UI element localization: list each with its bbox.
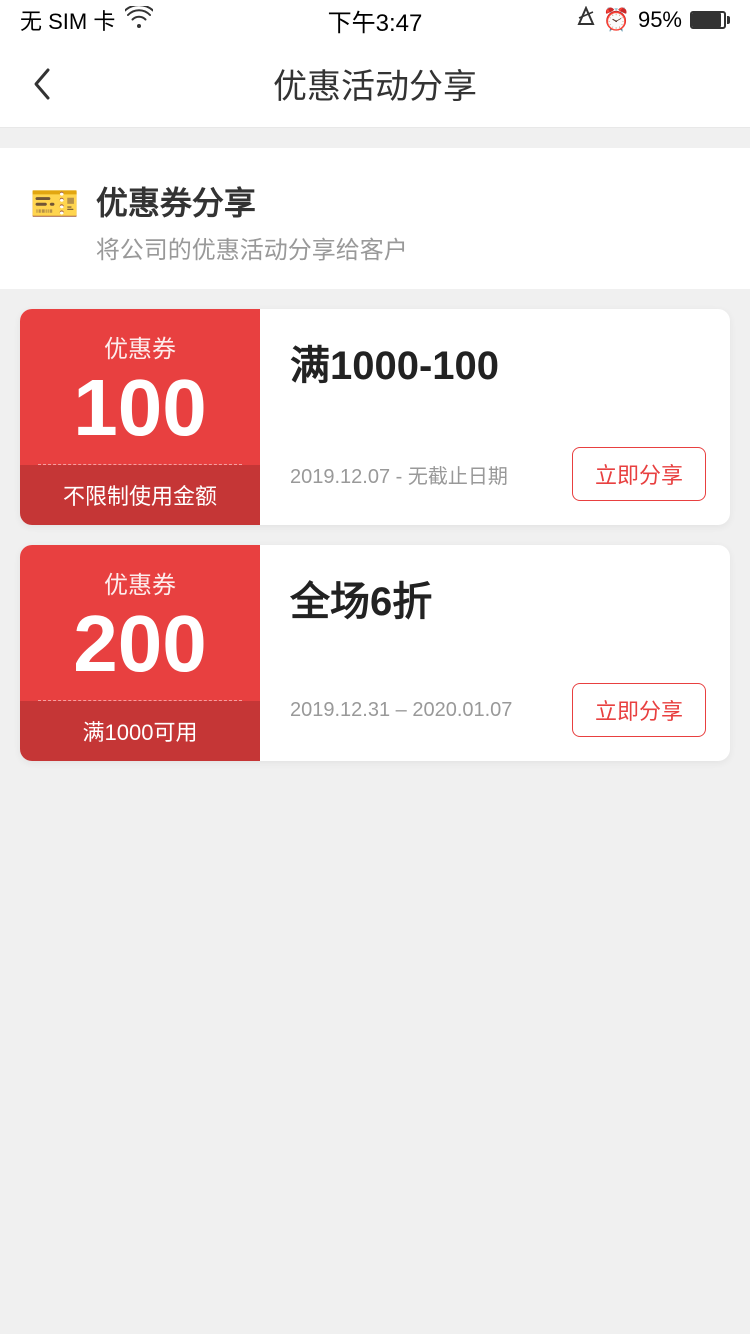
coupon-bottom-row-1: 2019.12.31 – 2020.01.07 立即分享: [290, 683, 706, 737]
back-button[interactable]: [30, 64, 54, 104]
wifi-icon: [125, 6, 153, 34]
coupon-right-1: 全场6折 2019.12.31 – 2020.01.07 立即分享: [260, 545, 730, 761]
status-left: 无 SIM 卡: [20, 4, 153, 36]
coupon-label-0: 优惠券: [104, 329, 176, 364]
status-right: ⏰ 95%: [577, 6, 730, 34]
carrier-text: 无 SIM 卡: [20, 4, 115, 36]
section-subtitle: 将公司的优惠活动分享给客户: [96, 230, 408, 265]
coupon-label-1: 优惠券: [104, 565, 176, 600]
nav-bar: 优惠活动分享: [0, 40, 750, 128]
section-icon: 🎫: [30, 180, 80, 227]
coupon-card-1: 优惠券 200 满1000可用 全场6折 2019.12.31 – 2020.0…: [20, 545, 730, 761]
coupon-name-1: 全场6折: [290, 569, 706, 627]
share-button-0[interactable]: 立即分享: [572, 447, 706, 501]
bottom-area: [0, 781, 750, 1181]
status-bar: 无 SIM 卡 下午3:47 ⏰ 95%: [0, 0, 750, 40]
status-time: 下午3:47: [328, 3, 423, 38]
coupon-card-0: 优惠券 100 不限制使用金额 满1000-100 2019.12.07 - 无…: [20, 309, 730, 525]
section-title: 优惠券分享: [96, 178, 408, 224]
coupon-bottom-row-0: 2019.12.07 - 无截止日期 立即分享: [290, 447, 706, 501]
coupon-date-0: 2019.12.07 - 无截止日期: [290, 460, 508, 489]
coupon-right-0: 满1000-100 2019.12.07 - 无截止日期 立即分享: [260, 309, 730, 525]
coupon-date-1: 2019.12.31 – 2020.01.07: [290, 699, 512, 722]
section-text-group: 优惠券分享 将公司的优惠活动分享给客户: [96, 178, 408, 265]
coupon-name-0: 满1000-100: [290, 333, 706, 391]
coupon-condition-0: 不限制使用金额: [20, 465, 260, 525]
coupon-condition-1: 满1000可用: [20, 701, 260, 761]
battery-icon: [690, 11, 730, 29]
alarm-icon: ⏰: [603, 7, 630, 33]
share-button-1[interactable]: 立即分享: [572, 683, 706, 737]
battery-percent: 95%: [638, 7, 682, 33]
coupon-amount-1: 200: [73, 604, 206, 684]
coupon-amount-0: 100: [73, 368, 206, 448]
coupon-left-1: 优惠券 200 满1000可用: [20, 545, 260, 761]
coupon-list: 优惠券 100 不限制使用金额 满1000-100 2019.12.07 - 无…: [0, 289, 750, 781]
coupon-left-0: 优惠券 100 不限制使用金额: [20, 309, 260, 525]
page-title: 优惠活动分享: [273, 59, 477, 108]
section-header: 🎫 优惠券分享 将公司的优惠活动分享给客户: [0, 148, 750, 289]
location-icon: [577, 6, 595, 34]
